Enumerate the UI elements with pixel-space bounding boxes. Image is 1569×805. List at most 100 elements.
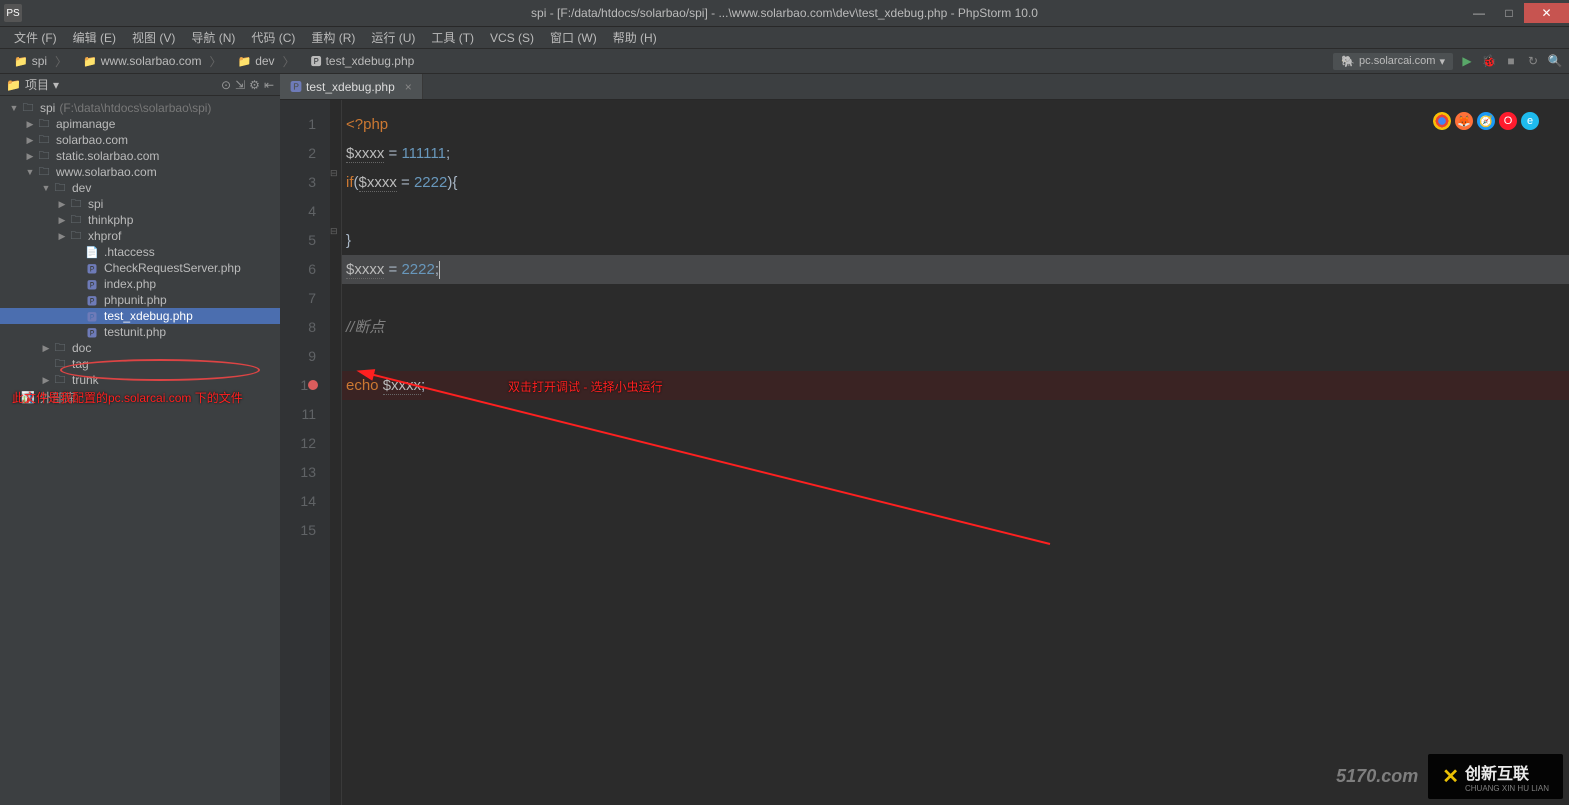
tree-node[interactable]: ▶🗀xhprof	[0, 228, 280, 244]
code-area[interactable]: <?php$xxxx = 111111;if($xxxx = 2222){}$x…	[342, 100, 1569, 805]
tree-node[interactable]: ▶🗀trunk	[0, 372, 280, 388]
breadcrumb-item[interactable]: 📁dev	[230, 51, 303, 72]
breadcrumb-item[interactable]: 📁spi	[6, 51, 75, 72]
line-number[interactable]: 14	[280, 487, 316, 516]
search-button[interactable]: 🔍	[1547, 53, 1563, 69]
chrome-icon[interactable]	[1433, 112, 1451, 130]
line-number[interactable]: 12	[280, 429, 316, 458]
run-configuration-selector[interactable]: 🐘 pc.solarcai.com ▾	[1333, 53, 1453, 70]
tree-node[interactable]: ▼🗀www.solarbao.com	[0, 164, 280, 180]
line-number[interactable]: 8	[280, 313, 316, 342]
fold-icon[interactable]: ⊟	[330, 168, 338, 179]
target-icon[interactable]: ⊙	[221, 78, 231, 92]
line-number[interactable]: 5	[280, 226, 316, 255]
line-number[interactable]: 15	[280, 516, 316, 545]
chevron-down-icon[interactable]: ▾	[53, 78, 59, 92]
tree-node[interactable]: 🅿test_xdebug.php	[0, 308, 280, 324]
tree-arrow-icon[interactable]: ▶	[24, 151, 36, 162]
tree-arrow-icon[interactable]: ▶	[40, 375, 52, 386]
code-line[interactable]: echo $xxxx;	[342, 371, 1569, 400]
tree-arrow-icon[interactable]: ▶	[56, 215, 68, 226]
menu-item[interactable]: 视图 (V)	[124, 29, 183, 46]
tree-node[interactable]: 🅿index.php	[0, 276, 280, 292]
code-line[interactable]	[342, 487, 1569, 516]
code-line[interactable]	[342, 516, 1569, 545]
code-line[interactable]	[342, 400, 1569, 429]
line-number[interactable]: 6	[280, 255, 316, 284]
tree-arrow-icon[interactable]: ▶	[24, 135, 36, 146]
tree-arrow-icon[interactable]: ▶	[56, 231, 68, 242]
code-line[interactable]: }	[342, 226, 1569, 255]
code-line[interactable]	[342, 429, 1569, 458]
menu-item[interactable]: VCS (S)	[482, 31, 542, 45]
breadcrumb-item[interactable]: 🅿test_xdebug.php	[303, 51, 431, 71]
tree-node[interactable]: 🗀tag	[0, 356, 280, 372]
stop-button[interactable]: ■	[1503, 53, 1519, 69]
code-line[interactable]: if($xxxx = 2222){	[342, 168, 1569, 197]
safari-icon[interactable]: 🧭	[1477, 112, 1495, 130]
close-tab-icon[interactable]: ×	[405, 80, 412, 94]
tree-node[interactable]: 📊外部库	[0, 388, 280, 407]
menu-item[interactable]: 重构 (R)	[303, 29, 363, 46]
code-line[interactable]: $xxxx = 2222;	[342, 255, 1569, 284]
line-number-gutter[interactable]: 123456789101112131415	[280, 100, 330, 805]
menu-item[interactable]: 运行 (U)	[363, 29, 423, 46]
tree-node[interactable]: 🅿phpunit.php	[0, 292, 280, 308]
code-line[interactable]	[342, 284, 1569, 313]
tree-node[interactable]: ▶🗀spi	[0, 196, 280, 212]
menu-item[interactable]: 代码 (C)	[243, 29, 303, 46]
menu-item[interactable]: 文件 (F)	[6, 29, 65, 46]
tree-arrow-icon[interactable]: ▼	[8, 103, 20, 113]
code-line[interactable]: $xxxx = 111111;	[342, 139, 1569, 168]
tree-node[interactable]: 📄.htaccess	[0, 244, 280, 260]
tree-arrow-icon[interactable]: ▼	[40, 183, 52, 193]
hide-icon[interactable]: ⇤	[264, 78, 274, 92]
tree-node[interactable]: 🅿CheckRequestServer.php	[0, 260, 280, 276]
tree-node[interactable]: ▼🗀dev	[0, 180, 280, 196]
menu-item[interactable]: 工具 (T)	[423, 29, 482, 46]
minimize-button[interactable]: —	[1464, 3, 1494, 23]
code-line[interactable]: //断点	[342, 313, 1569, 342]
line-number[interactable]: 2	[280, 139, 316, 168]
line-number[interactable]: 9	[280, 342, 316, 371]
tree-arrow-icon[interactable]: ▶	[24, 119, 36, 130]
line-number[interactable]: 11	[280, 400, 316, 429]
close-button[interactable]: ✕	[1524, 3, 1569, 23]
editor-tab[interactable]: 🅿 test_xdebug.php ×	[280, 74, 423, 99]
firefox-icon[interactable]: 🦊	[1455, 112, 1473, 130]
update-button[interactable]: ↻	[1525, 53, 1541, 69]
tree-node[interactable]: ▶🗀thinkphp	[0, 212, 280, 228]
tree-arrow-icon[interactable]: ▼	[24, 167, 36, 177]
code-line[interactable]	[342, 342, 1569, 371]
menu-item[interactable]: 导航 (N)	[183, 29, 243, 46]
php-icon: 🅿	[84, 293, 100, 307]
tree-arrow-icon[interactable]: ▶	[56, 199, 68, 210]
menu-item[interactable]: 编辑 (E)	[65, 29, 124, 46]
gear-icon[interactable]: ⚙	[249, 78, 260, 92]
run-button[interactable]: ▶	[1459, 53, 1475, 69]
line-number[interactable]: 10	[280, 371, 316, 400]
folder-icon: 🗀	[52, 357, 68, 371]
collapse-icon[interactable]: ⇲	[235, 78, 245, 92]
breadcrumb-item[interactable]: 📁www.solarbao.com	[75, 51, 229, 72]
project-tree[interactable]: ▼🗀spi (F:\data\htdocs\solarbao\spi)▶🗀api…	[0, 96, 280, 805]
code-line[interactable]: <?php	[342, 110, 1569, 139]
maximize-button[interactable]: □	[1494, 3, 1524, 23]
tree-arrow-icon[interactable]: ▶	[40, 343, 52, 354]
debug-button[interactable]: 🐞	[1481, 53, 1497, 69]
line-number[interactable]: 13	[280, 458, 316, 487]
ie-icon[interactable]: e	[1521, 112, 1539, 130]
opera-icon[interactable]: O	[1499, 112, 1517, 130]
line-number[interactable]: 7	[280, 284, 316, 313]
tree-node[interactable]: ▶🗀doc	[0, 340, 280, 356]
line-number[interactable]: 4	[280, 197, 316, 226]
fold-icon[interactable]: ⊟	[330, 226, 338, 237]
breakpoint-icon[interactable]	[308, 380, 318, 390]
line-number[interactable]: 3	[280, 168, 316, 197]
menu-item[interactable]: 窗口 (W)	[542, 29, 605, 46]
line-number[interactable]: 1	[280, 110, 316, 139]
code-line[interactable]	[342, 197, 1569, 226]
tree-node[interactable]: 🅿testunit.php	[0, 324, 280, 340]
code-line[interactable]	[342, 458, 1569, 487]
menu-item[interactable]: 帮助 (H)	[605, 29, 665, 46]
